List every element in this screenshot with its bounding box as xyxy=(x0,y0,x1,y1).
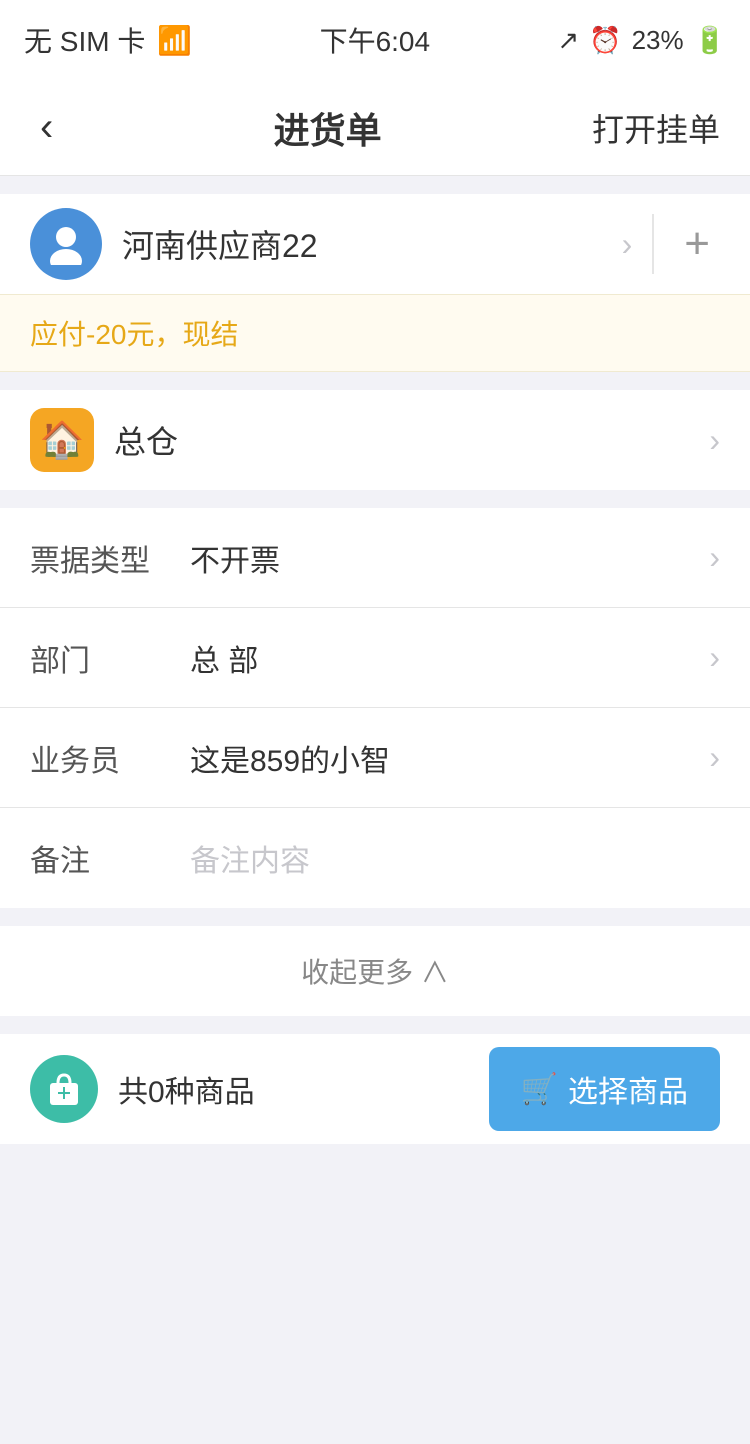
salesperson-row[interactable]: 业务员 这是859的小智 › xyxy=(0,708,750,808)
warehouse-row[interactable]: 🏠 总仓 › xyxy=(0,390,750,490)
salesperson-label: 业务员 xyxy=(30,736,170,780)
time-label: 下午6:04 xyxy=(320,20,431,60)
no-sim-label: 无 SIM 卡 xyxy=(24,20,145,60)
supplier-chevron-icon: › xyxy=(622,226,633,263)
department-row[interactable]: 部门 总 部 › xyxy=(0,608,750,708)
invoice-type-chevron-icon: › xyxy=(709,539,720,576)
remark-value[interactable]: 备注内容 xyxy=(170,836,720,880)
supplier-name: 河南供应商22 xyxy=(122,221,622,267)
invoice-type-label: 票据类型 xyxy=(30,536,170,580)
person-icon xyxy=(45,223,87,265)
top-divider xyxy=(0,176,750,194)
warehouse-name: 总仓 xyxy=(114,417,709,463)
location-icon: ↗ xyxy=(557,25,579,56)
page-title: 进货单 xyxy=(63,102,592,154)
warehouse-icon: 🏠 xyxy=(30,408,94,472)
status-bar: 无 SIM 卡 📶 下午6:04 ↗ ⏰ 23% 🔋 xyxy=(0,0,750,80)
collapse-label: 收起更多 ∧ xyxy=(301,951,449,991)
page-background xyxy=(0,1144,750,1444)
add-supplier-button[interactable]: + xyxy=(674,219,720,269)
open-pending-button[interactable]: 打开挂单 xyxy=(592,105,720,151)
salesperson-chevron-icon: › xyxy=(709,739,720,776)
battery-icon: 🔋 xyxy=(694,25,726,56)
status-left: 无 SIM 卡 📶 xyxy=(24,20,192,60)
house-icon: 🏠 xyxy=(40,419,85,461)
product-count: 共0种商品 xyxy=(118,1067,489,1111)
invoice-type-value: 不开票 xyxy=(170,536,709,580)
invoice-type-row[interactable]: 票据类型 不开票 › xyxy=(0,508,750,608)
info-section: 票据类型 不开票 › 部门 总 部 › 业务员 这是859的小智 › 备注 备注… xyxy=(0,508,750,908)
salesperson-value: 这是859的小智 xyxy=(170,736,709,780)
warehouse-chevron-icon: › xyxy=(709,422,720,459)
nav-bar: ‹ 进货单 打开挂单 xyxy=(0,80,750,176)
collapse-button[interactable]: 收起更多 ∧ xyxy=(0,926,750,1016)
notice-banner: 应付-20元，现结 xyxy=(0,294,750,372)
select-product-icon: 🛒 xyxy=(521,1072,558,1107)
remark-label: 备注 xyxy=(30,836,170,880)
product-bar: 共0种商品 🛒 选择商品 xyxy=(0,1034,750,1144)
back-button[interactable]: ‹ xyxy=(30,95,63,160)
department-label: 部门 xyxy=(30,636,170,680)
status-right: ↗ ⏰ 23% 🔋 xyxy=(557,25,726,56)
supplier-divider xyxy=(652,214,654,274)
department-chevron-icon: › xyxy=(709,639,720,676)
department-value: 总 部 xyxy=(170,636,709,680)
supplier-row[interactable]: 河南供应商22 › + xyxy=(0,194,750,294)
bag-icon xyxy=(44,1069,84,1109)
supplier-avatar xyxy=(30,208,102,280)
product-icon xyxy=(30,1055,98,1123)
select-product-button[interactable]: 🛒 选择商品 xyxy=(489,1047,720,1131)
wifi-icon: 📶 xyxy=(157,24,192,57)
remark-row[interactable]: 备注 备注内容 xyxy=(0,808,750,908)
battery-label: 23% xyxy=(632,25,684,56)
select-product-label: 选择商品 xyxy=(568,1067,688,1111)
alarm-icon: ⏰ xyxy=(589,25,621,56)
